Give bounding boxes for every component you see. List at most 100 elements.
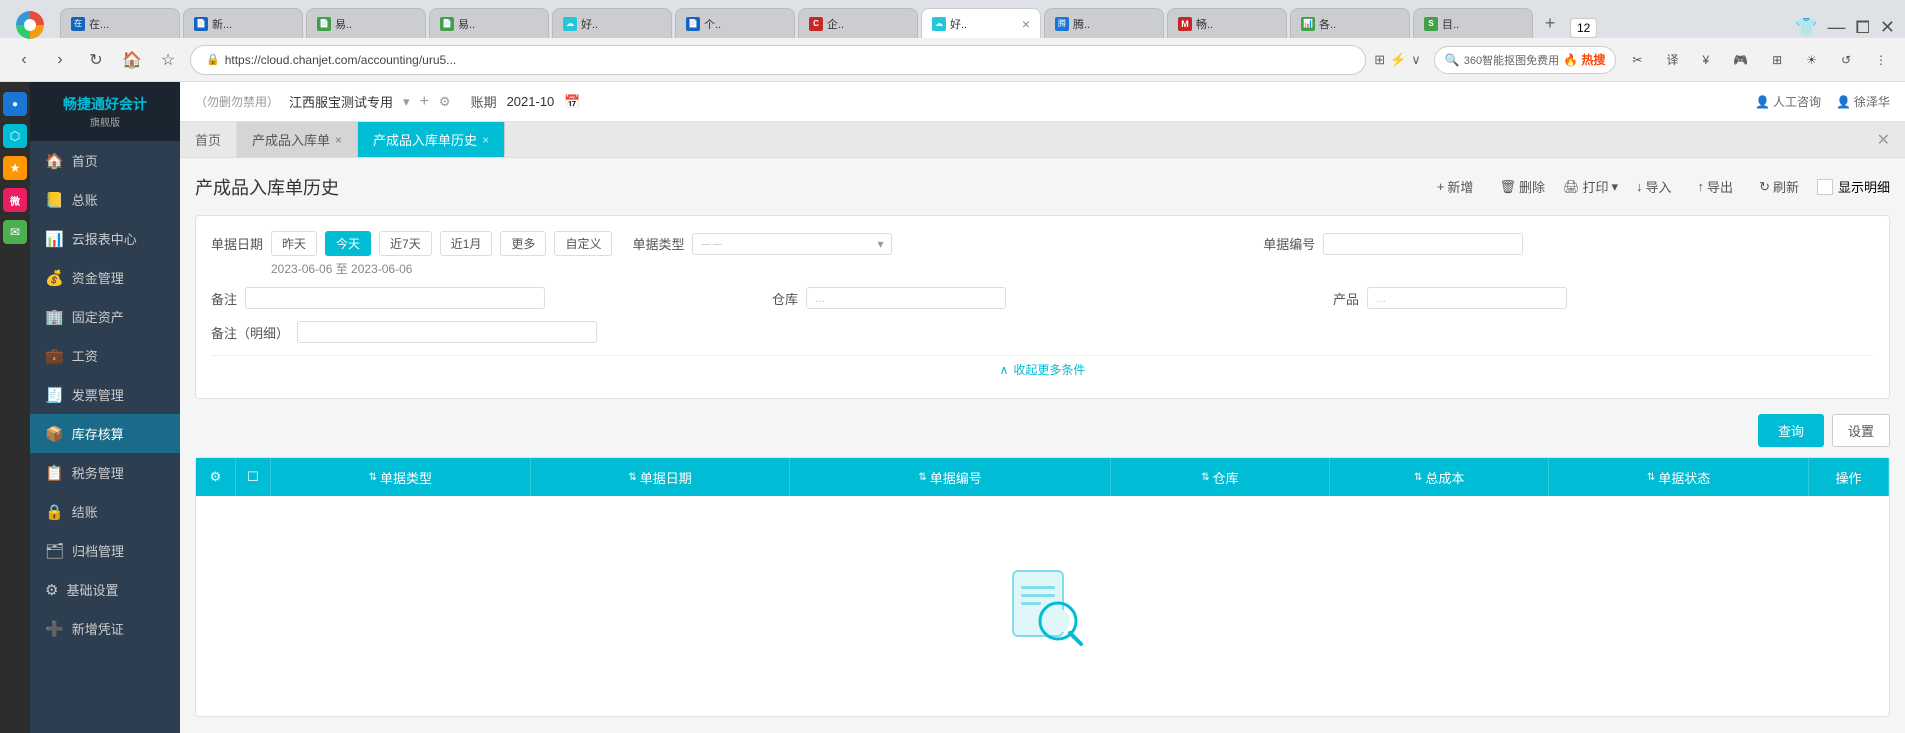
th-settings[interactable]: ⚙	[196, 458, 236, 496]
refresh-button[interactable]: ↻	[82, 46, 110, 74]
yuan-tool[interactable]: ¥	[1694, 49, 1717, 71]
address-input[interactable]: 🔒 https://cloud.chanjet.com/accounting/u…	[190, 45, 1366, 75]
scissors-tool[interactable]: ✂	[1624, 49, 1650, 71]
th-checkbox[interactable]: ☐	[236, 458, 271, 496]
icon-sidebar-app3[interactable]: ★	[3, 156, 27, 180]
icon-sidebar-app4[interactable]: 微	[3, 188, 27, 212]
translate-tool[interactable]: 译	[1658, 47, 1686, 72]
bill-no-input[interactable]	[1323, 233, 1523, 255]
browser-logo[interactable]	[16, 11, 44, 39]
breadcrumb-tab1-close[interactable]: ×	[335, 133, 342, 147]
th-bill-no[interactable]: ⇅ 单据编号	[790, 458, 1110, 496]
nav-item-invoice-management[interactable]: 🧾 发票管理	[30, 375, 180, 414]
7days-btn[interactable]: 近7天	[379, 231, 432, 256]
remark-input[interactable]	[245, 287, 545, 309]
breadcrumb-home[interactable]: 首页	[180, 122, 237, 157]
home-button[interactable]: 🏠	[118, 46, 146, 74]
more-date-btn[interactable]: 更多	[500, 231, 546, 256]
undo-tool[interactable]: ↺	[1833, 49, 1859, 71]
tab-9[interactable]: 腾 腾..	[1044, 8, 1164, 38]
tab-6[interactable]: 📄 个..	[675, 8, 795, 38]
icon-sidebar-app2[interactable]: ⬡	[3, 124, 27, 148]
search-box[interactable]: 🔍 360智能抠图免费用 🔥 热搜	[1434, 46, 1617, 74]
apps-tool[interactable]: ⊞	[1764, 49, 1790, 71]
today-btn[interactable]: 今天	[325, 231, 371, 256]
back-button[interactable]: ‹	[10, 46, 38, 74]
product-select[interactable]: ...	[1367, 287, 1567, 309]
delete-button[interactable]: 🗑 删除	[1491, 173, 1553, 200]
tab-8-close[interactable]: ×	[1017, 16, 1030, 32]
breadcrumb-tab-2[interactable]: 产成品入库单历史 ×	[358, 122, 505, 157]
new-tab-button[interactable]: +	[1535, 8, 1565, 38]
print-dropdown-icon[interactable]: ▾	[1612, 179, 1619, 195]
import-button[interactable]: ↓ 导入	[1628, 173, 1680, 200]
nav-item-basic-settings[interactable]: ⚙ 基础设置	[30, 570, 180, 609]
show-detail-checkbox[interactable]	[1817, 179, 1833, 195]
add-company-button[interactable]: +	[420, 93, 429, 111]
export-button[interactable]: ↑ 导出	[1690, 173, 1742, 200]
custom-date-btn[interactable]: 自定义	[554, 231, 612, 256]
tab-1[interactable]: 在 在...	[60, 8, 180, 38]
bill-type-select[interactable]: ─ ─ ▾	[692, 233, 892, 255]
user-avatar[interactable]: 👤 徐泽华	[1836, 93, 1890, 110]
nav-item-fixed-assets[interactable]: 🏢 固定资产	[30, 297, 180, 336]
1month-btn[interactable]: 近1月	[440, 231, 493, 256]
chevron-down-icon[interactable]: ∨	[1411, 52, 1421, 68]
grid-icon[interactable]: ⊞	[1374, 52, 1385, 68]
add-button[interactable]: + 新增	[1429, 173, 1482, 200]
nav-item-home[interactable]: 🏠 首页	[30, 141, 180, 180]
sun-tool[interactable]: ☀	[1798, 49, 1825, 71]
bookmark-button[interactable]: ☆	[154, 46, 182, 74]
settings-button[interactable]: 设置	[1832, 414, 1890, 447]
th-bill-type[interactable]: ⇅ 单据类型	[271, 458, 531, 496]
tab-7[interactable]: C 企..	[798, 8, 918, 38]
print-button[interactable]: 🖨 打印 ▾	[1563, 177, 1618, 196]
nav-item-cloud-report[interactable]: 📊 云报表中心	[30, 219, 180, 258]
search-button[interactable]: 查询	[1758, 414, 1824, 447]
breadcrumb-tab2-close[interactable]: ×	[482, 133, 489, 147]
calendar-icon[interactable]: 📅	[564, 94, 580, 110]
th-warehouse[interactable]: ⇅ 仓库	[1111, 458, 1330, 496]
th-bill-status[interactable]: ⇅ 单据状态	[1549, 458, 1809, 496]
breadcrumb-tab-1[interactable]: 产成品入库单 ×	[237, 122, 358, 157]
tab-12[interactable]: S 目..	[1413, 8, 1533, 38]
period-value[interactable]: 2021-10	[507, 94, 555, 109]
remark-detail-input[interactable]	[297, 321, 597, 343]
tab-2[interactable]: 📄 新...	[183, 8, 303, 38]
nav-item-fund-management[interactable]: 💰 资金管理	[30, 258, 180, 297]
th-total-cost[interactable]: ⇅ 总成本	[1330, 458, 1549, 496]
nav-item-archive[interactable]: 🗂 归档管理	[30, 531, 180, 570]
company-settings-icon[interactable]: ⚙	[439, 94, 451, 110]
yesterday-btn[interactable]: 昨天	[271, 231, 317, 256]
tab-11[interactable]: 📊 各..	[1290, 8, 1410, 38]
tab-5[interactable]: ☁ 好..	[552, 8, 672, 38]
company-name[interactable]: 江西服宝测试专用	[289, 92, 393, 111]
icon-sidebar-app1[interactable]: ●	[3, 92, 27, 116]
refresh-button[interactable]: ↻ 刷新	[1751, 173, 1807, 200]
game-tool[interactable]: 🎮	[1725, 49, 1756, 71]
nav-item-inventory[interactable]: 📦 库存核算	[30, 414, 180, 453]
company-dropdown-icon[interactable]: ▾	[403, 94, 410, 110]
restore-button[interactable]: ⧠	[1856, 17, 1870, 38]
nav-item-settlement[interactable]: 🔒 结账	[30, 492, 180, 531]
more-tool[interactable]: ⋮	[1867, 49, 1895, 71]
tab-8[interactable]: ☁ 好.. ×	[921, 8, 1041, 38]
tab-3[interactable]: 📄 易..	[306, 8, 426, 38]
tab-4[interactable]: 📄 易..	[429, 8, 549, 38]
close-button[interactable]: ✕	[1880, 17, 1895, 38]
collapse-button[interactable]: ∧ 收起更多条件	[211, 355, 1874, 383]
icon-sidebar-app5[interactable]: ✉	[3, 220, 27, 244]
warehouse-select[interactable]: ...	[806, 287, 1006, 309]
tab-10[interactable]: M 畅..	[1167, 8, 1287, 38]
show-detail-toggle[interactable]: 显示明细	[1817, 177, 1890, 196]
lightning-icon[interactable]: ⚡	[1390, 52, 1406, 68]
service-button[interactable]: 👤 人工咨询	[1755, 93, 1821, 110]
nav-item-general-ledger[interactable]: 📒 总账	[30, 180, 180, 219]
nav-item-tax-management[interactable]: 📋 税务管理	[30, 453, 180, 492]
nav-item-payroll[interactable]: 💼 工资	[30, 336, 180, 375]
forward-button[interactable]: ›	[46, 46, 74, 74]
nav-item-new-voucher[interactable]: ➕ 新增凭证	[30, 609, 180, 648]
minimize-button[interactable]: —	[1828, 17, 1846, 38]
close-panel-icon[interactable]: ✕	[1877, 130, 1890, 150]
tab-count[interactable]: 12	[1570, 18, 1597, 38]
